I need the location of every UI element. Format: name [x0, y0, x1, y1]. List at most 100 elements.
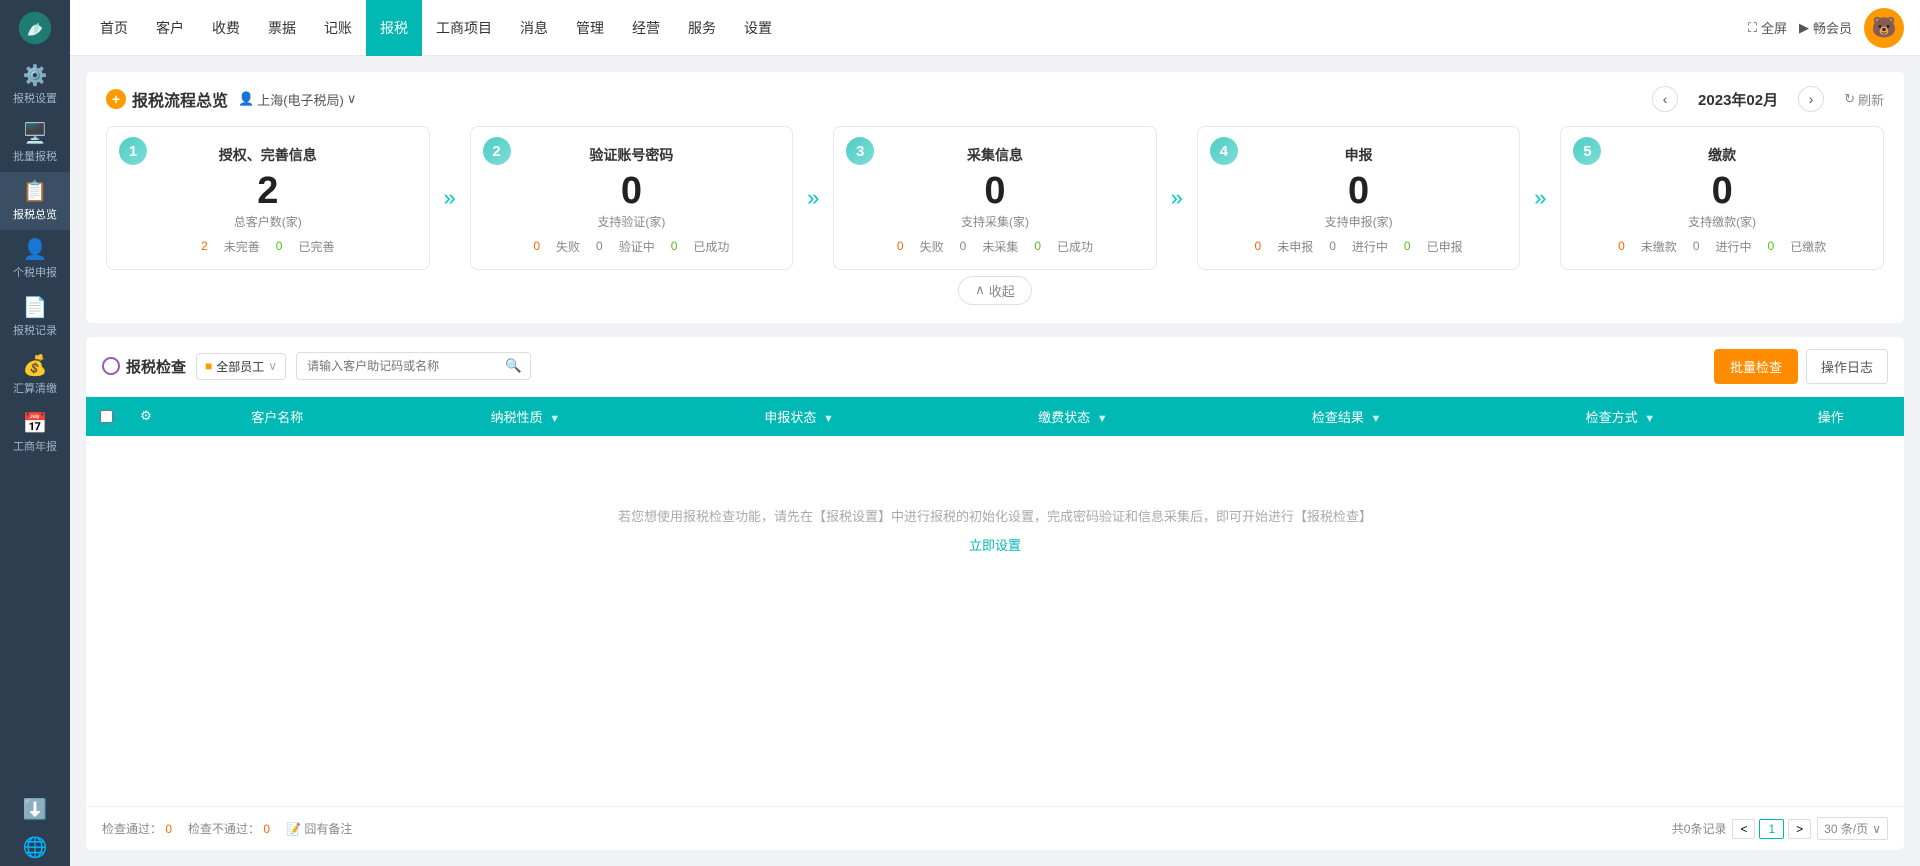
nav-item-xiaoxi[interactable]: 消息 [506, 0, 562, 56]
step-3-count[interactable]: 0 [984, 171, 1005, 213]
employee-filter[interactable]: ■ 全部员工 ∨ [196, 353, 286, 380]
operation-log-button[interactable]: 操作日志 [1806, 349, 1888, 384]
note-item: 📝 囧有备注 [286, 820, 352, 837]
nav-item-kehu[interactable]: 客户 [142, 0, 198, 56]
sidebar-item-baoshuishezhi[interactable]: ⚙️ 报税设置 [0, 56, 70, 114]
step-1-sub-val-0[interactable]: 2 [201, 239, 208, 253]
arrow-2-3: » [793, 126, 833, 270]
step-4-count[interactable]: 0 [1348, 171, 1369, 213]
step-3-sub-val-2[interactable]: 0 [1034, 239, 1041, 253]
step-3-sub-label-2: 已成功 [1057, 238, 1093, 255]
nav-item-guanli[interactable]: 管理 [562, 0, 618, 56]
collapse-button[interactable]: ∧ 收起 [958, 276, 1032, 305]
empty-state: 若您想使用报税检查功能，请先在【报税设置】中进行报税的初始化设置，完成密码验证和… [106, 466, 1884, 594]
employee-filter-label: 全部员工 [216, 358, 264, 375]
payment-filter-icon[interactable]: ▼ [1097, 413, 1108, 425]
settings-col-icon[interactable]: ⚙ [140, 408, 152, 423]
step-3-sub-val-0[interactable]: 0 [897, 239, 904, 253]
note-label: 囧有备注 [304, 822, 352, 836]
nav-item-shezhi[interactable]: 设置 [730, 0, 786, 56]
tax-type-filter-icon[interactable]: ▼ [549, 413, 560, 425]
footer-right: 共0条记录 < 1 > 30 条/页 ∨ [1672, 817, 1888, 840]
step-4-sub-val-1[interactable]: 0 [1329, 239, 1336, 253]
overview-card: + 报税流程总览 👤 上海(电子税局) ∨ ‹ 2023年02月 › ↻ 刷新 [86, 72, 1904, 323]
setup-link[interactable]: 立即设置 [969, 535, 1021, 554]
sidebar-item-geshuishenbao[interactable]: 👤 个税申报 [0, 230, 70, 288]
refresh-button[interactable]: ↻ 刷新 [1844, 90, 1884, 109]
step-1-sub-val-1[interactable]: 0 [276, 239, 283, 253]
col-check-method: 检查方式 ▼ [1484, 397, 1758, 436]
main-area: 首页 客户 收费 票据 记账 报税 工商项目 消息 管理 经营 服务 设置 ⛶ … [70, 0, 1920, 866]
sidebar-item-piliangbaoshui[interactable]: 🖥️ 批量报税 [0, 114, 70, 172]
mascot-avatar[interactable]: 🐻 [1864, 8, 1904, 48]
step-3-sub-label-0: 失败 [920, 238, 944, 255]
fail-count-link[interactable]: 0 [263, 822, 270, 836]
step-3-sub: 0 失败 0 未采集 0 已成功 [897, 238, 1093, 255]
nav-item-shoufei[interactable]: 收费 [198, 0, 254, 56]
arrow-1-2: » [430, 126, 470, 270]
nav-item-jingying[interactable]: 经营 [618, 0, 674, 56]
search-button[interactable]: 🔍 [497, 353, 530, 379]
nav-item-jijhang[interactable]: 记账 [310, 0, 366, 56]
next-month-button[interactable]: › [1798, 86, 1824, 112]
step-3-sub-val-1[interactable]: 0 [960, 239, 967, 253]
settlement-icon: 💰 [23, 356, 48, 376]
app-logo[interactable] [0, 0, 70, 56]
globe-icon: 🌐 [23, 838, 48, 858]
check-method-filter-icon[interactable]: ▼ [1644, 413, 1655, 425]
step-4-sub-val-2[interactable]: 0 [1404, 239, 1411, 253]
sidebar-item-gongshangnianbao[interactable]: 📅 工商年报 [0, 404, 70, 462]
nav-item-gongshang[interactable]: 工商项目 [422, 0, 506, 56]
search-input[interactable] [297, 354, 497, 378]
check-table: ⚙ 客户名称 纳税性质 ▼ 申报状态 ▼ [86, 397, 1904, 806]
search-box: 🔍 [296, 352, 531, 380]
next-page-button[interactable]: > [1788, 819, 1811, 839]
member-button[interactable]: ▶ 畅会员 [1799, 18, 1852, 37]
nav-item-fuwu[interactable]: 服务 [674, 0, 730, 56]
search-icon: 🔍 [505, 358, 522, 373]
page-navigation: < 1 > [1732, 819, 1811, 839]
step-2-sub: 0 失败 0 验证中 0 已成功 [533, 238, 729, 255]
sidebar-item-download[interactable]: ⬇️ [0, 790, 70, 828]
nav-item-home[interactable]: 首页 [86, 0, 142, 56]
per-page-chevron: ∨ [1872, 822, 1881, 836]
location-selector[interactable]: 👤 上海(电子税局) ∨ [238, 90, 356, 109]
batch-check-button[interactable]: 批量检查 [1714, 349, 1798, 384]
step-1-count[interactable]: 2 [257, 171, 278, 213]
collapse-label: 收起 [989, 281, 1015, 300]
step-3-unit: 支持采集(家) [961, 213, 1029, 230]
step-5-count[interactable]: 0 [1712, 171, 1733, 213]
per-page-label: 30 条/页 [1824, 820, 1868, 837]
sidebar-label-geshuishenbao: 个税申报 [13, 264, 57, 280]
pass-count-link[interactable]: 0 [165, 822, 172, 836]
step-2-sub-label-0: 失败 [556, 238, 580, 255]
step-2-count[interactable]: 0 [621, 171, 642, 213]
step-5-sub-label-2: 已缴款 [1790, 238, 1826, 255]
step-4-sub-val-0[interactable]: 0 [1255, 239, 1262, 253]
collapse-icon: ∧ [975, 282, 985, 298]
prev-month-button[interactable]: ‹ [1652, 86, 1678, 112]
step-2-sub-val-2[interactable]: 0 [671, 239, 678, 253]
step-5-sub-val-0[interactable]: 0 [1618, 239, 1625, 253]
step-3-title: 采集信息 [967, 145, 1023, 165]
step-5-sub-label-0: 未缴款 [1641, 238, 1677, 255]
sidebar-item-huisuanqingjiao[interactable]: 💰 汇算清缴 [0, 346, 70, 404]
sidebar-item-globe[interactable]: 🌐 [0, 828, 70, 866]
check-title-text: 报税检查 [126, 356, 186, 377]
step-5-sub-val-1[interactable]: 0 [1693, 239, 1700, 253]
sidebar-item-baoshuiluji[interactable]: 📄 报税记录 [0, 288, 70, 346]
step-5-sub-val-2[interactable]: 0 [1768, 239, 1775, 253]
per-page-selector[interactable]: 30 条/页 ∨ [1817, 817, 1888, 840]
fullscreen-button[interactable]: ⛶ 全屏 [1748, 18, 1787, 37]
step-2-sub-val-1[interactable]: 0 [596, 239, 603, 253]
sidebar-item-baoshuizonglan[interactable]: 📋 报税总览 [0, 172, 70, 230]
declaration-filter-icon[interactable]: ▼ [823, 413, 834, 425]
nav-item-baoshui[interactable]: 报税 [366, 0, 422, 56]
select-all-checkbox[interactable] [100, 410, 113, 423]
step-2-sub-val-0[interactable]: 0 [533, 239, 540, 253]
nav-item-piaoju[interactable]: 票据 [254, 0, 310, 56]
prev-page-button[interactable]: < [1732, 819, 1755, 839]
check-result-filter-icon[interactable]: ▼ [1371, 413, 1382, 425]
step-2-sub-label-1: 验证中 [619, 238, 655, 255]
batch-tax-icon: 🖥️ [23, 124, 48, 144]
